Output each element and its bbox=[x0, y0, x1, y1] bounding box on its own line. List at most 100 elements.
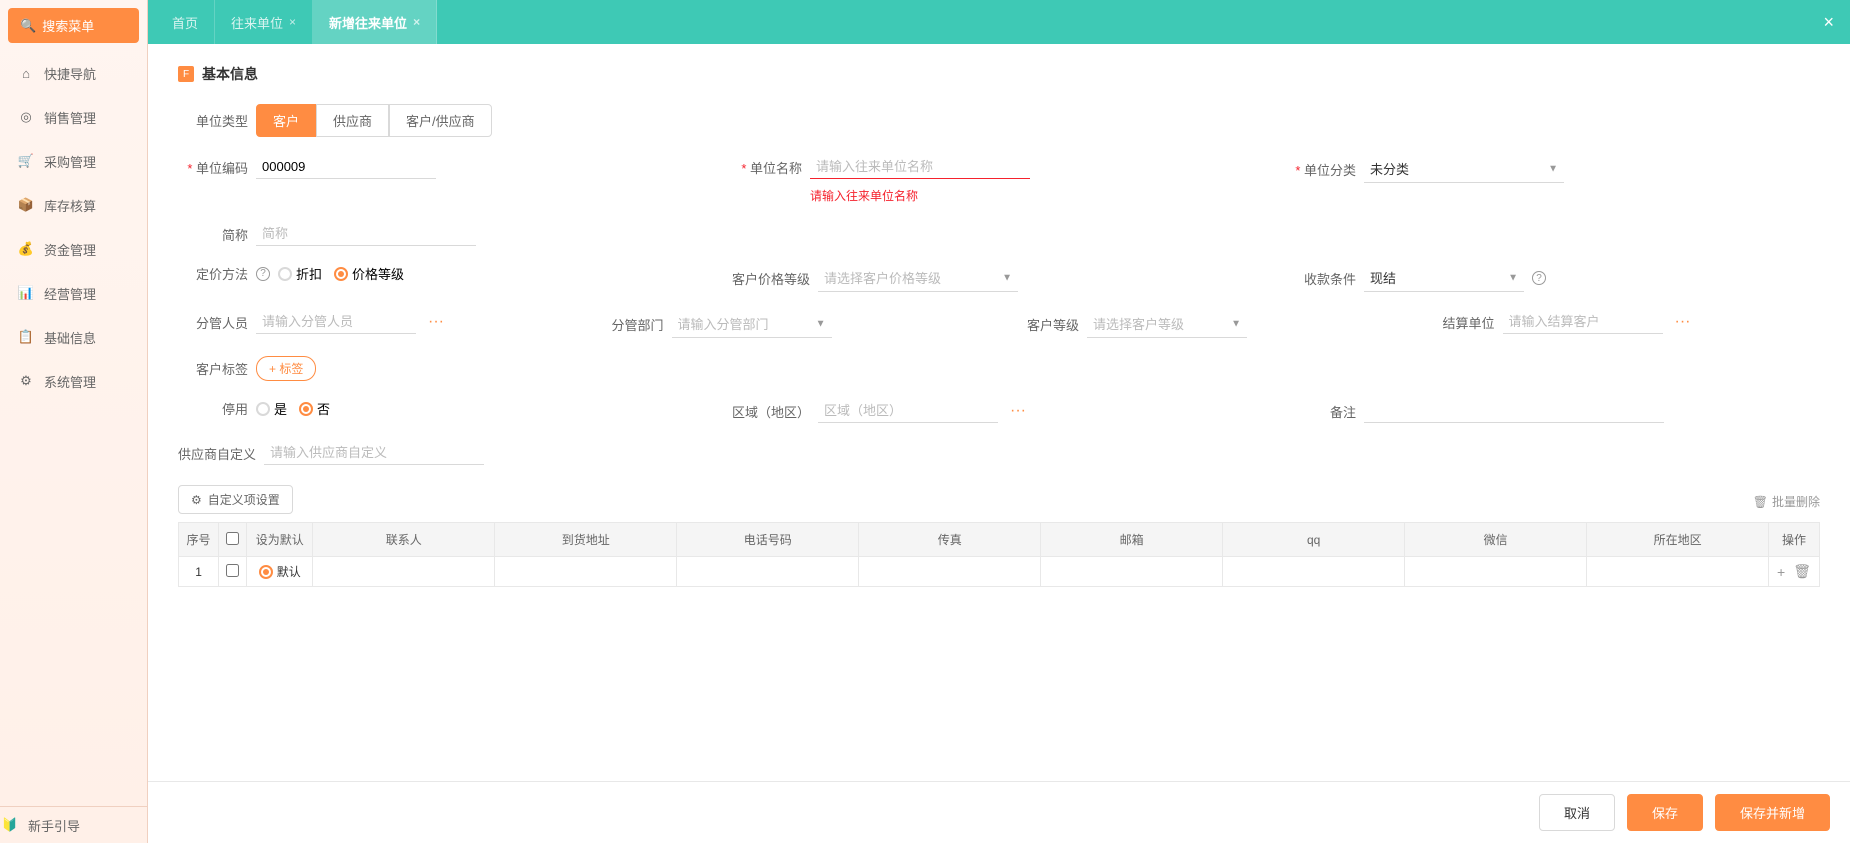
save-button[interactable]: 保存 bbox=[1627, 794, 1703, 831]
cancel-button[interactable]: 取消 bbox=[1539, 794, 1615, 831]
save-new-button[interactable]: 保存并新增 bbox=[1715, 794, 1830, 831]
delete-row-button[interactable]: 🗑 bbox=[1793, 563, 1811, 580]
sidebar-item-quick-nav[interactable]: ⌂ 快捷导航 bbox=[0, 51, 147, 95]
department-label: 分管部门 bbox=[594, 315, 664, 334]
sidebar-item-sales[interactable]: ◎ 销售管理 bbox=[0, 95, 147, 139]
unit-type-row: 单位类型 客户 供应商 客户/供应商 bbox=[178, 104, 1820, 137]
customer-price-group: 客户价格等级 请选择客户价格等级 ▼ bbox=[732, 264, 1266, 292]
th-wechat: 微信 bbox=[1405, 523, 1587, 557]
add-row-button[interactable]: + bbox=[1777, 564, 1785, 580]
sidebar-item-system[interactable]: ⚙ 系统管理 bbox=[0, 359, 147, 403]
payment-help-icon[interactable]: ? bbox=[1532, 271, 1546, 285]
main-content: 首页 往来单位 × 新增往来单位 × × F 基本信息 单位类型 客户 供应商 … bbox=[148, 0, 1850, 843]
row-select-checkbox[interactable] bbox=[226, 564, 239, 577]
tag-row: 客户标签 + 标签 bbox=[178, 356, 1820, 381]
unit-category-select-wrapper[interactable]: 未分类 ▼ bbox=[1364, 155, 1564, 183]
row-phone[interactable] bbox=[677, 557, 859, 587]
type-btn-both[interactable]: 客户/供应商 bbox=[389, 104, 492, 137]
sidebar-item-operations[interactable]: 📊 经营管理 bbox=[0, 271, 147, 315]
region-input[interactable] bbox=[818, 399, 998, 423]
pricing-help-icon[interactable]: ? bbox=[256, 267, 270, 281]
contact-input[interactable] bbox=[319, 565, 488, 579]
customer-level-group: 客户等级 请选择客户等级 ▼ bbox=[1009, 310, 1405, 338]
gear-icon: ⚙ bbox=[191, 493, 202, 507]
settlement-unit-input[interactable] bbox=[1503, 310, 1663, 334]
row-default-radio[interactable]: 默认 bbox=[253, 563, 306, 580]
row-email[interactable] bbox=[1041, 557, 1223, 587]
th-index: 序号 bbox=[179, 523, 219, 557]
section-title: 基本信息 bbox=[202, 64, 258, 84]
disable-no[interactable]: 否 bbox=[299, 399, 330, 418]
window-close-button[interactable]: × bbox=[1815, 8, 1842, 37]
department-select[interactable]: 请输入分管部门 ▼ bbox=[672, 310, 832, 338]
sidebar-item-purchase[interactable]: 🛒 采购管理 bbox=[0, 139, 147, 183]
unit-name-input[interactable] bbox=[810, 155, 1030, 179]
row-region-input[interactable] bbox=[1593, 565, 1762, 579]
disable-yes[interactable]: 是 bbox=[256, 399, 287, 418]
pricing-option-discount[interactable]: 折扣 bbox=[278, 264, 322, 283]
customer-price-select[interactable]: 请选择客户价格等级 ▼ bbox=[818, 264, 1018, 292]
unit-category-group: 单位分类 未分类 ▼ bbox=[1286, 155, 1820, 183]
search-menu-button[interactable]: 🔍 搜索菜单 bbox=[8, 8, 139, 43]
contacts-table: 序号 设为默认 联系人 到货地址 电话号码 传真 邮箱 qq 微信 所在地区 操… bbox=[178, 522, 1820, 587]
batch-delete-icon: 🗑 bbox=[1753, 495, 1768, 509]
pricing-option-price-level[interactable]: 价格等级 bbox=[334, 264, 404, 283]
sidebar: 🔍 搜索菜单 ⌂ 快捷导航 ◎ 销售管理 🛒 采购管理 📦 库存核算 💰 资金管… bbox=[0, 0, 148, 843]
pricing-radio-group: 折扣 价格等级 bbox=[278, 264, 404, 283]
tab-new-partner[interactable]: 新增往来单位 × bbox=[313, 0, 437, 44]
manager-input[interactable] bbox=[256, 310, 416, 334]
phone-input[interactable] bbox=[683, 565, 852, 579]
sidebar-item-inventory[interactable]: 📦 库存核算 bbox=[0, 183, 147, 227]
section-icon: F bbox=[178, 66, 194, 82]
tab-partner-list[interactable]: 往来单位 × bbox=[215, 0, 313, 44]
custom-settings-button[interactable]: ⚙ 自定义项设置 bbox=[178, 485, 293, 514]
customer-price-placeholder: 请选择客户价格等级 bbox=[818, 264, 1018, 292]
unit-code-group: 单位编码 bbox=[178, 155, 712, 179]
type-btn-customer[interactable]: 客户 bbox=[256, 104, 316, 137]
th-default: 设为默认 bbox=[247, 523, 313, 557]
row-contact[interactable] bbox=[313, 557, 495, 587]
wechat-input[interactable] bbox=[1411, 565, 1580, 579]
settlement-more-btn[interactable]: ··· bbox=[1671, 313, 1695, 331]
pricing-row: 定价方法 ? 折扣 价格等级 客户价格等级 请选择客户价格等级 bbox=[178, 264, 1820, 292]
row-qq[interactable] bbox=[1223, 557, 1405, 587]
row-address[interactable] bbox=[495, 557, 677, 587]
supplier-custom-row: 供应商自定义 bbox=[178, 441, 1820, 465]
row-region[interactable] bbox=[1587, 557, 1769, 587]
type-btn-supplier[interactable]: 供应商 bbox=[316, 104, 389, 137]
sidebar-item-guide[interactable]: 🔰 新手引导 bbox=[0, 806, 147, 843]
select-all-checkbox[interactable] bbox=[226, 532, 239, 545]
fax-input[interactable] bbox=[865, 565, 1034, 579]
supplier-custom-group: 供应商自定义 bbox=[178, 441, 1820, 465]
customer-tag-label: 客户标签 bbox=[178, 359, 248, 378]
guide-icon: 🔰 bbox=[0, 815, 20, 835]
basic-info-icon: 📋 bbox=[16, 327, 36, 347]
email-input[interactable] bbox=[1047, 565, 1216, 579]
sidebar-item-basic-info[interactable]: 📋 基础信息 bbox=[0, 315, 147, 359]
manager-more-btn[interactable]: ··· bbox=[424, 313, 448, 331]
address-input[interactable] bbox=[501, 565, 670, 579]
department-placeholder: 请输入分管部门 bbox=[672, 310, 832, 338]
unit-code-input[interactable] bbox=[256, 155, 436, 179]
table-row: 1 默认 bbox=[179, 557, 1820, 587]
customer-level-placeholder: 请选择客户等级 bbox=[1087, 310, 1247, 338]
region-more-btn[interactable]: ··· bbox=[1006, 402, 1030, 420]
add-tag-button[interactable]: + 标签 bbox=[256, 356, 316, 381]
system-icon: ⚙ bbox=[16, 371, 36, 391]
row-wechat[interactable] bbox=[1405, 557, 1587, 587]
section-header: F 基本信息 bbox=[178, 64, 1820, 84]
supplier-custom-input[interactable] bbox=[264, 441, 484, 465]
batch-delete-area: 🗑 批量删除 bbox=[1753, 493, 1820, 510]
tab-partner-list-close[interactable]: × bbox=[289, 15, 296, 29]
unit-category-label: 单位分类 bbox=[1286, 160, 1356, 179]
tab-bar: 首页 往来单位 × 新增往来单位 × × bbox=[148, 0, 1850, 44]
tab-new-partner-close[interactable]: × bbox=[413, 15, 420, 29]
customer-level-select[interactable]: 请选择客户等级 ▼ bbox=[1087, 310, 1247, 338]
remark-input[interactable] bbox=[1364, 399, 1664, 423]
qq-input[interactable] bbox=[1229, 565, 1398, 579]
tab-home[interactable]: 首页 bbox=[156, 0, 215, 44]
payment-terms-select[interactable]: 现结 ▼ bbox=[1364, 264, 1524, 292]
sidebar-item-finance[interactable]: 💰 资金管理 bbox=[0, 227, 147, 271]
abbr-input[interactable] bbox=[256, 222, 476, 246]
row-fax[interactable] bbox=[859, 557, 1041, 587]
